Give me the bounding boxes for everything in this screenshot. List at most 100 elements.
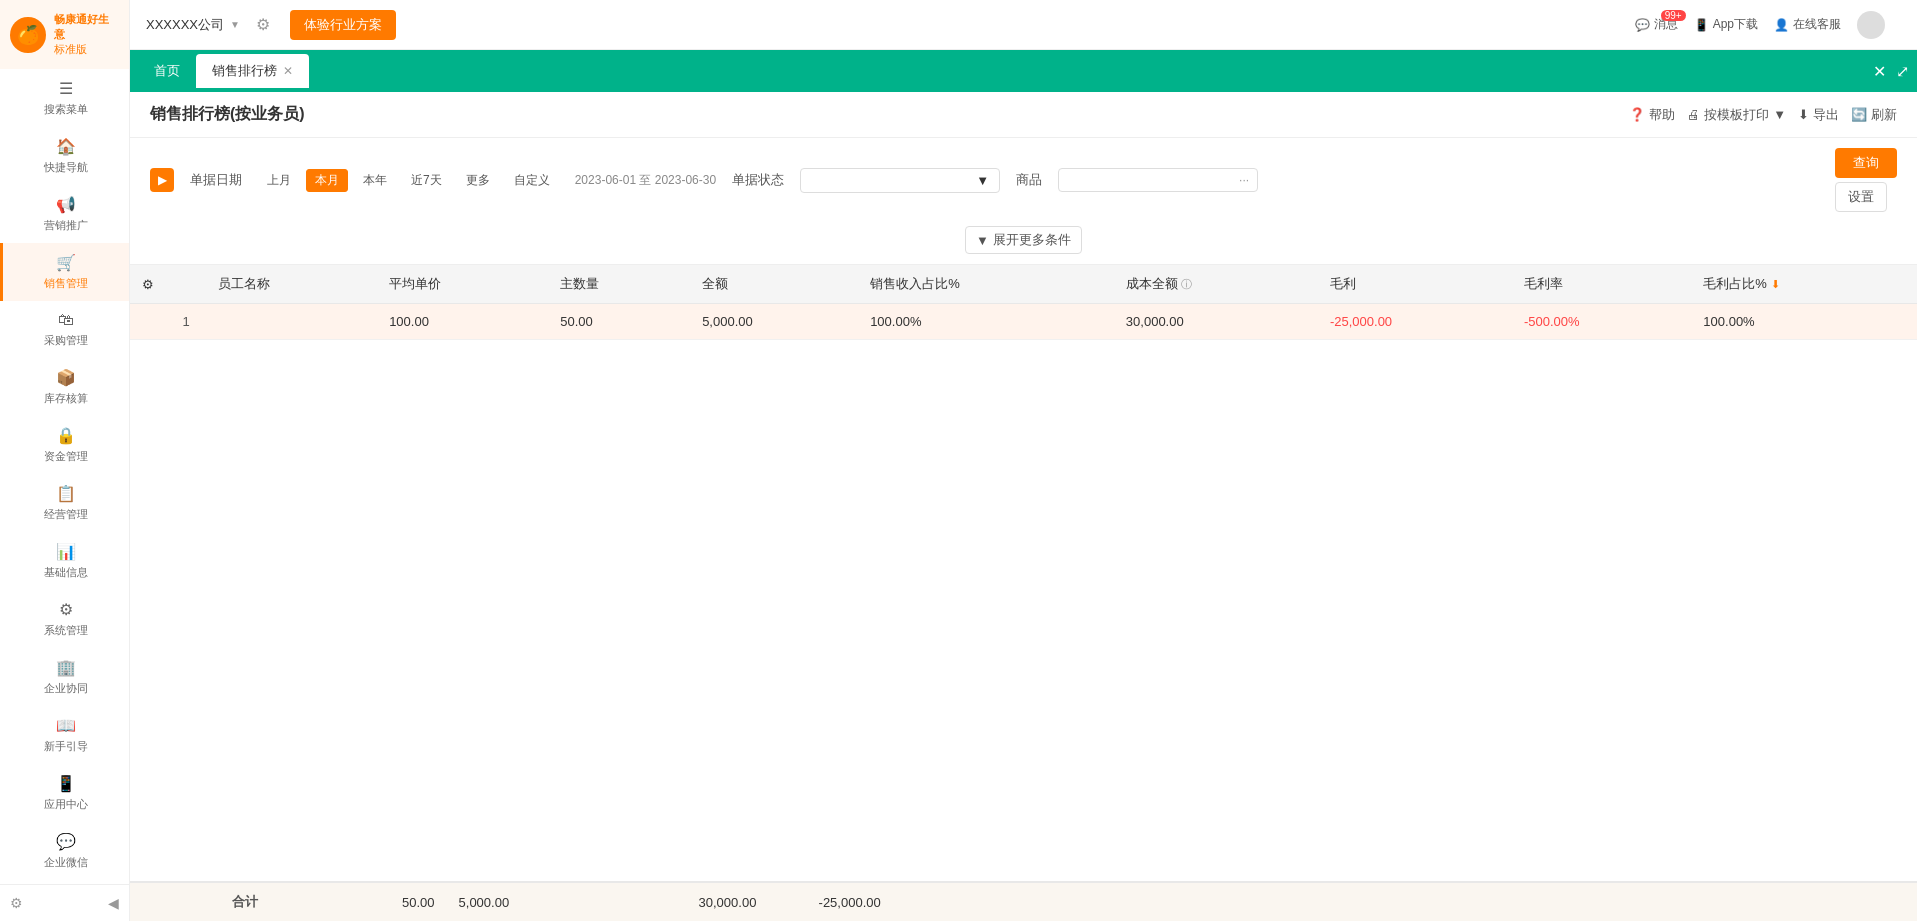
table-row: 1 100.00 50.00 5,000.00 100.00% 30,000.0… [130,304,1917,340]
company-selector[interactable]: XXXXXX公司 ▼ [146,16,240,34]
online-service-link[interactable]: 👤 在线客服 [1774,16,1841,33]
settings-small-button[interactable]: 设置 [1835,182,1887,212]
sidebar-item-wechat[interactable]: 💬 企业微信 [0,822,129,880]
sidebar-item-operations[interactable]: 📋 经营管理 [0,474,129,532]
print-button[interactable]: 🖨 按模板打印 ▼ [1687,106,1786,124]
system-icon: ⚙ [59,600,73,619]
sidebar-nav: ☰ 搜索菜单 🏠 快捷导航 📢 营销推广 🛒 销售管理 🛍 采购管理 📦 库存核… [0,69,129,884]
status-select-arrow: ▼ [976,173,989,188]
refresh-icon: 🔄 [1851,107,1867,122]
sidebar-item-guide[interactable]: 📖 新手引导 [0,706,129,764]
column-settings-icon: ⚙ [142,277,154,292]
message-count: 99+ [1661,10,1686,21]
tab-sales-ranking[interactable]: 销售排行榜 ✕ [196,54,309,88]
expand-label: 展开更多条件 [993,231,1071,249]
expand-icon: ▼ [976,233,989,248]
message-badge[interactable]: 💬 消息 99+ [1635,16,1678,33]
topbar-settings-icon[interactable]: ⚙ [256,15,270,34]
window-restore-icon[interactable]: ⤢ [1896,62,1909,81]
app-download-link[interactable]: 📱 App下载 [1694,16,1758,33]
sidebar-item-basics[interactable]: 📊 基础信息 [0,532,129,590]
export-button[interactable]: ⬇ 导出 [1798,106,1839,124]
col-settings[interactable]: ⚙ [130,265,166,304]
tab-home-label: 首页 [154,62,180,80]
cost-info-icon: ⓘ [1181,278,1192,290]
col-sales-ratio: 销售收入占比% [858,265,1114,304]
col-name: 员工名称 [206,265,377,304]
filter-collapse-btn[interactable]: ▶ [150,168,174,192]
purchase-icon: 🛍 [58,311,74,329]
sidebar-item-label: 新手引导 [44,739,88,754]
help-button[interactable]: ❓ 帮助 [1629,106,1675,124]
page-header: 销售排行榜(按业务员) ❓ 帮助 🖨 按模板打印 ▼ ⬇ 导出 🔄 刷新 [130,92,1917,138]
sidebar-item-label: 销售管理 [44,276,88,291]
tab-home[interactable]: 首页 [138,54,196,88]
sales-ranking-table: ⚙ 员工名称 平均单价 主数量 全额 销售收入占比% 成本全额 ⓘ 毛利 毛利率… [130,265,1917,340]
sidebar-item-system[interactable]: ⚙ 系统管理 [0,590,129,648]
main-area: XXXXXX公司 ▼ ⚙ 体验行业方案 💬 消息 99+ 📱 App下载 👤 在… [130,0,1917,921]
tabbar: 首页 销售排行榜 ✕ ✕ ⤢ [130,50,1917,92]
footer-cost: 30,000.00 [687,895,807,910]
guide-icon: 📖 [56,716,76,735]
row-rank-cell: 1 [166,304,206,340]
sidebar-footer: ⚙ ◀ [0,884,129,921]
sidebar-item-finance[interactable]: 🔒 资金管理 [0,416,129,474]
sidebar-item-label: 库存核算 [44,391,88,406]
sales-icon: 🛒 [56,253,76,272]
query-button[interactable]: 查询 [1835,148,1897,178]
date-btn-more[interactable]: 更多 [457,169,499,192]
status-filter-label: 单据状态 [732,171,784,189]
col-cost: 成本全额 ⓘ [1114,265,1318,304]
col-avg-price: 平均单价 [377,265,548,304]
page-content: 销售排行榜(按业务员) ❓ 帮助 🖨 按模板打印 ▼ ⬇ 导出 🔄 刷新 [130,92,1917,921]
sidebar-item-marketing[interactable]: 📢 营销推广 [0,185,129,243]
page-title: 销售排行榜(按业务员) [150,104,305,125]
sidebar-item-apps[interactable]: 📱 应用中心 [0,764,129,822]
filter-action-area: 查询 设置 [1835,148,1897,212]
tab-close-icon[interactable]: ✕ [283,64,293,78]
row-amount-cell: 5,000.00 [690,304,858,340]
footer-settings-icon[interactable]: ⚙ [10,895,23,911]
goods-more-icon[interactable]: ··· [1239,173,1249,187]
row-profit-rate-cell: -500.00% [1512,304,1691,340]
sidebar-item-sales[interactable]: 🛒 销售管理 [0,243,129,301]
date-filter-options: 上月 本月 本年 近7天 更多 自定义 [258,169,559,192]
sidebar-item-enterprise[interactable]: 🏢 企业协同 [0,648,129,706]
home-icon: 🏠 [56,137,76,156]
footer-collapse-icon[interactable]: ◀ [108,895,119,911]
date-btn-this-month[interactable]: 本月 [306,169,348,192]
col-amount: 全额 [690,265,858,304]
sidebar-item-search[interactable]: ☰ 搜索菜单 [0,69,129,127]
table-container: ⚙ 员工名称 平均单价 主数量 全额 销售收入占比% 成本全额 ⓘ 毛利 毛利率… [130,265,1917,881]
date-btn-last-month[interactable]: 上月 [258,169,300,192]
sidebar-item-purchase[interactable]: 🛍 采购管理 [0,301,129,358]
apps-icon: 📱 [56,774,76,793]
col-profit-ratio: 毛利占比% ⬇ [1691,265,1917,304]
date-btn-this-year[interactable]: 本年 [354,169,396,192]
status-select[interactable]: ▼ [800,168,1000,193]
goods-input[interactable]: ··· [1058,168,1258,192]
row-quantity-cell: 50.00 [548,304,690,340]
window-close-icon[interactable]: ✕ [1873,62,1886,81]
sidebar-item-inventory[interactable]: 📦 库存核算 [0,358,129,416]
export-icon: ⬇ [1798,107,1809,122]
date-btn-7days[interactable]: 近7天 [402,169,451,192]
inventory-icon: 📦 [56,368,76,387]
table-footer: 合计 50.00 5,000.00 30,000.00 -25,000.00 [130,881,1917,921]
trial-button[interactable]: 体验行业方案 [290,10,396,40]
sidebar-item-label: 搜索菜单 [44,102,88,117]
sidebar-item-quick[interactable]: 🏠 快捷导航 [0,127,129,185]
profit-ratio-sort-icon: ⬇ [1771,278,1780,290]
marketing-icon: 📢 [56,195,76,214]
col-profit: 毛利 [1318,265,1512,304]
col-profit-rate: 毛利率 [1512,265,1691,304]
date-btn-custom[interactable]: 自定义 [505,169,559,192]
app-download-label: App下载 [1713,16,1758,33]
sidebar-item-label: 营销推广 [44,218,88,233]
expand-conditions-btn[interactable]: ▼ 展开更多条件 [965,226,1082,254]
topbar: XXXXXX公司 ▼ ⚙ 体验行业方案 💬 消息 99+ 📱 App下载 👤 在… [130,0,1917,50]
footer-label: 合计 [142,893,270,911]
refresh-button[interactable]: 🔄 刷新 [1851,106,1897,124]
avatar[interactable] [1857,11,1885,39]
sidebar-item-label: 快捷导航 [44,160,88,175]
